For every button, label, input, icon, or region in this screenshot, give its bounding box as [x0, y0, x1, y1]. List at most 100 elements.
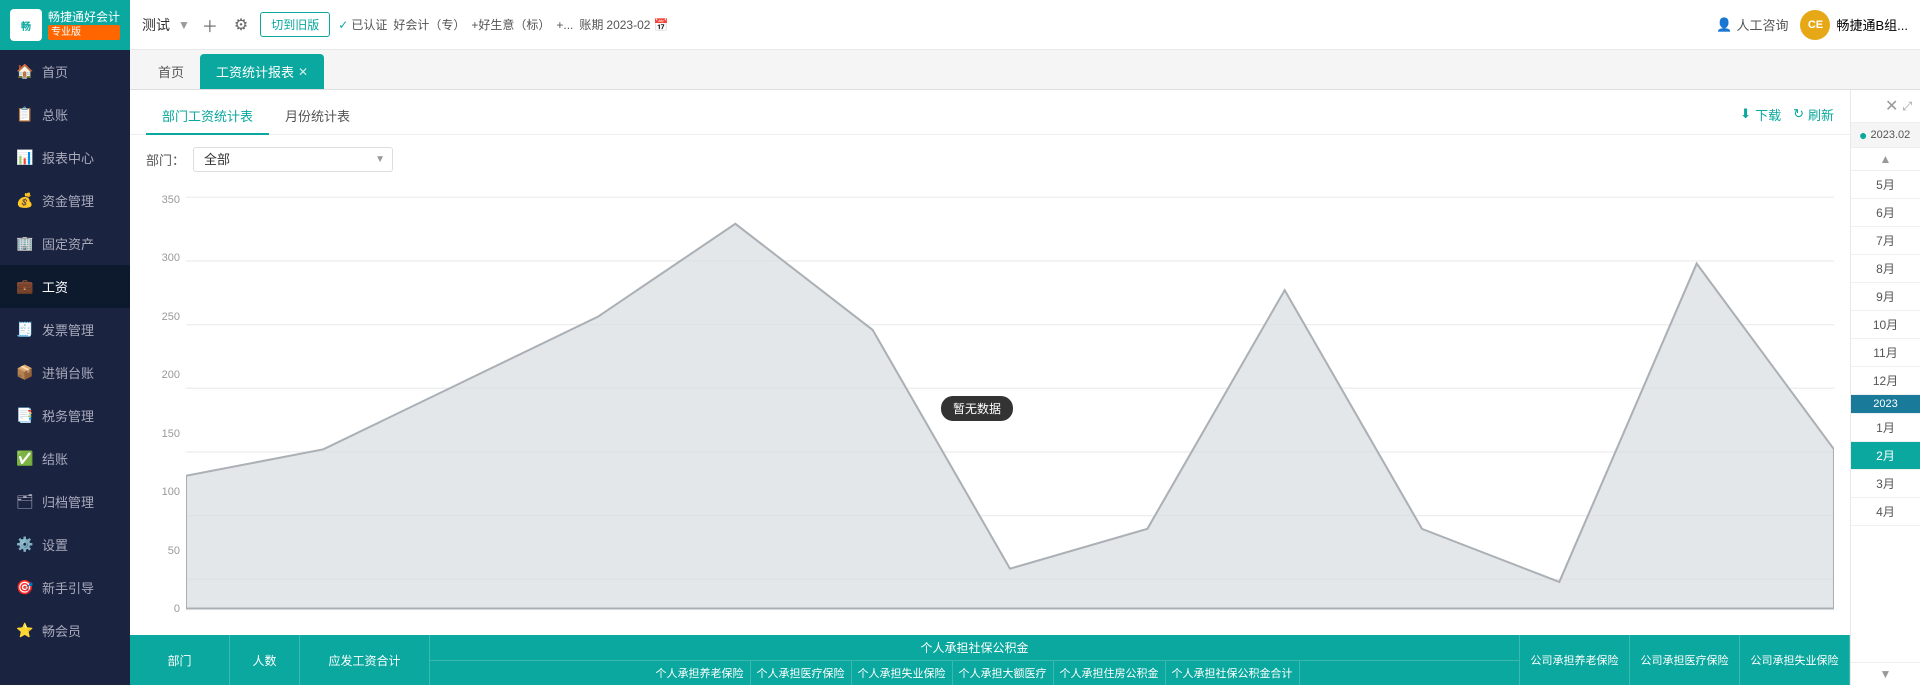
- month-item-2-active[interactable]: 2月: [1851, 442, 1920, 470]
- archive-icon: 🗂: [16, 493, 34, 510]
- tax-icon: 📑: [16, 407, 34, 424]
- settings-button[interactable]: ⚙: [230, 11, 252, 39]
- reports-icon: 📊: [16, 149, 34, 166]
- download-button[interactable]: ⬇ 下载: [1740, 105, 1781, 124]
- assets-icon: 🏢: [16, 235, 34, 252]
- sidebar-item-assets[interactable]: 🏢 固定资产: [0, 222, 130, 265]
- logo-text: 畅捷通好会计 专业版: [48, 10, 120, 41]
- help-button[interactable]: 👤 人工咨询: [1716, 15, 1788, 34]
- month-item-8[interactable]: 8月: [1851, 255, 1920, 283]
- month-item-10[interactable]: 10月: [1851, 311, 1920, 339]
- refresh-icon: ↻: [1793, 106, 1804, 122]
- sidebar-item-settings[interactable]: ⚙️ 设置: [0, 523, 130, 566]
- chart-area: 350 300 250 200 150 100 50 0: [130, 184, 1850, 635]
- month-item-9[interactable]: 9月: [1851, 283, 1920, 311]
- table-header: 部门 人数 应发工资合计 个人承担社保公积金 个人承担养老保险 个人承担医疗保险…: [130, 635, 1850, 685]
- month-item-6[interactable]: 6月: [1851, 199, 1920, 227]
- month-item-11[interactable]: 11月: [1851, 339, 1920, 367]
- th-company-medical: 公司承担医疗保险: [1630, 635, 1740, 685]
- y-axis: 350 300 250 200 150 100 50 0: [146, 184, 186, 635]
- ledger-icon: 📋: [16, 106, 34, 123]
- th-group-cells: 个人承担养老保险 个人承担医疗保险 个人承担失业保险 个人承担大额医疗 个人承担…: [650, 661, 1300, 685]
- download-icon: ⬇: [1740, 106, 1751, 122]
- sidebar-item-newbie[interactable]: 🎯 新手引导: [0, 566, 130, 609]
- th-personal-total: 个人承担社保公积金合计: [1166, 661, 1300, 685]
- sidebar-item-reports[interactable]: 📊 报表中心: [0, 136, 130, 179]
- switch-version-button[interactable]: 切到旧版: [260, 12, 330, 37]
- th-group-personal: 个人承担社保公积金 个人承担养老保险 个人承担医疗保险 个人承担失业保险 个人承…: [430, 635, 1520, 685]
- right-panel-header: ✕ ⤢: [1851, 90, 1920, 123]
- date-display: ● 2023.02: [1851, 123, 1920, 148]
- avatar: CE: [1800, 10, 1830, 40]
- period-info: 账期 2023-02 📅: [579, 16, 668, 33]
- th-group-title: 个人承担社保公积金: [430, 635, 1519, 661]
- dept-filter-select[interactable]: 全部: [193, 147, 393, 172]
- product-badge1: 好会计（专）: [393, 16, 465, 33]
- refresh-button[interactable]: ↻ 刷新: [1793, 105, 1834, 124]
- sidebar-item-salary[interactable]: 💼 工资: [0, 265, 130, 308]
- topbar-right: 👤 人工咨询 CE 畅捷通B组...: [1716, 10, 1908, 40]
- sidebar-item-home[interactable]: 🏠 首页: [0, 50, 130, 93]
- date-nav-down-button[interactable]: ▼: [1851, 662, 1920, 685]
- th-count: 人数: [230, 635, 300, 685]
- close-panel-button[interactable]: ✕: [1885, 96, 1898, 116]
- product-badge2: +好生意（标）: [471, 16, 550, 33]
- chart-svg: 暂无数据: [186, 184, 1834, 635]
- add-button[interactable]: ＋: [198, 9, 222, 41]
- home-icon: 🏠: [16, 63, 34, 80]
- close-accounts-icon: ✅: [16, 450, 34, 467]
- sidebar-item-archive[interactable]: 🗂 归档管理: [0, 480, 130, 523]
- month-item-12[interactable]: 12月: [1851, 367, 1920, 395]
- sidebar-item-funds[interactable]: 💰 资金管理: [0, 179, 130, 222]
- content-wrapper: 部门工资统计表 月份统计表 ⬇ 下载 ↻ 刷新: [130, 90, 1920, 685]
- invoice-icon: 🧾: [16, 321, 34, 338]
- month-item-7[interactable]: 7月: [1851, 227, 1920, 255]
- sidebar-item-invoice[interactable]: 🧾 发票管理: [0, 308, 130, 351]
- th-personal-housing: 个人承担住房公积金: [1054, 661, 1166, 685]
- logo-icon: 畅: [10, 9, 42, 41]
- tab-salary-report[interactable]: 工资统计报表 ✕: [200, 54, 324, 89]
- year-label-2023: 2023: [1851, 395, 1920, 414]
- sidebar-item-member[interactable]: ⭐ 畅会员: [0, 609, 130, 652]
- date-dot-icon: ●: [1859, 127, 1867, 143]
- newbie-icon: 🎯: [16, 579, 34, 596]
- expand-panel-button[interactable]: ⤢: [1902, 99, 1912, 114]
- sidebar-item-close[interactable]: ✅ 结账: [0, 437, 130, 480]
- member-icon: ⭐: [16, 622, 34, 639]
- chart-container: 350 300 250 200 150 100 50 0: [146, 184, 1834, 635]
- date-nav-up-button[interactable]: ▲: [1851, 148, 1920, 171]
- subtab-monthly-report[interactable]: 月份统计表: [269, 100, 366, 135]
- username-label: 畅捷通B组...: [1836, 15, 1908, 34]
- month-item-4[interactable]: 4月: [1851, 498, 1920, 526]
- subtab-dept-report[interactable]: 部门工资统计表: [146, 100, 269, 135]
- help-icon: 👤: [1716, 17, 1732, 33]
- subtab-actions: ⬇ 下载 ↻ 刷新: [1740, 105, 1834, 130]
- funds-icon: 💰: [16, 192, 34, 209]
- sidebar-item-sales[interactable]: 📦 进销台账: [0, 351, 130, 394]
- month-item-3[interactable]: 3月: [1851, 470, 1920, 498]
- th-personal-pension: 个人承担养老保险: [650, 661, 751, 685]
- certified-icon: ✓: [338, 18, 348, 32]
- th-personal-medical: 个人承担医疗保险: [751, 661, 852, 685]
- tab-home[interactable]: 首页: [142, 54, 200, 89]
- calendar-icon[interactable]: 📅: [653, 18, 668, 32]
- right-date-panel: ✕ ⤢ ● 2023.02 ▲ 5月 6月 7月 8月 9月 10月 11月 1…: [1850, 90, 1920, 685]
- dropdown-arrow-icon[interactable]: ▼: [178, 18, 190, 32]
- sidebar-item-ledger[interactable]: 📋 总账: [0, 93, 130, 136]
- sales-icon: 📦: [16, 364, 34, 381]
- month-item-1[interactable]: 1月: [1851, 414, 1920, 442]
- sidebar: 畅 畅捷通好会计 专业版 🏠 首页 📋 总账 📊 报表中心 💰 资金管理 🏢 固…: [0, 0, 130, 685]
- dept-filter-wrap: 全部: [193, 147, 393, 172]
- user-area[interactable]: CE 畅捷通B组...: [1800, 10, 1908, 40]
- th-total-salary: 应发工资合计: [300, 635, 430, 685]
- tab-close-icon[interactable]: ✕: [298, 65, 308, 79]
- chart-tooltip: 暂无数据: [941, 396, 1013, 421]
- sidebar-logo: 畅 畅捷通好会计 专业版: [0, 0, 130, 50]
- topbar: 测试 ▼ ＋ ⚙ 切到旧版 ✓ 已认证 好会计（专） +好生意（标） +... …: [130, 0, 1920, 50]
- th-personal-unemployment: 个人承担失业保险: [852, 661, 953, 685]
- month-item-5[interactable]: 5月: [1851, 171, 1920, 199]
- settings-icon: ⚙️: [16, 536, 34, 553]
- product-badge3: +...: [556, 18, 573, 32]
- project-name: 测试: [142, 15, 170, 35]
- sidebar-item-tax[interactable]: 📑 税务管理: [0, 394, 130, 437]
